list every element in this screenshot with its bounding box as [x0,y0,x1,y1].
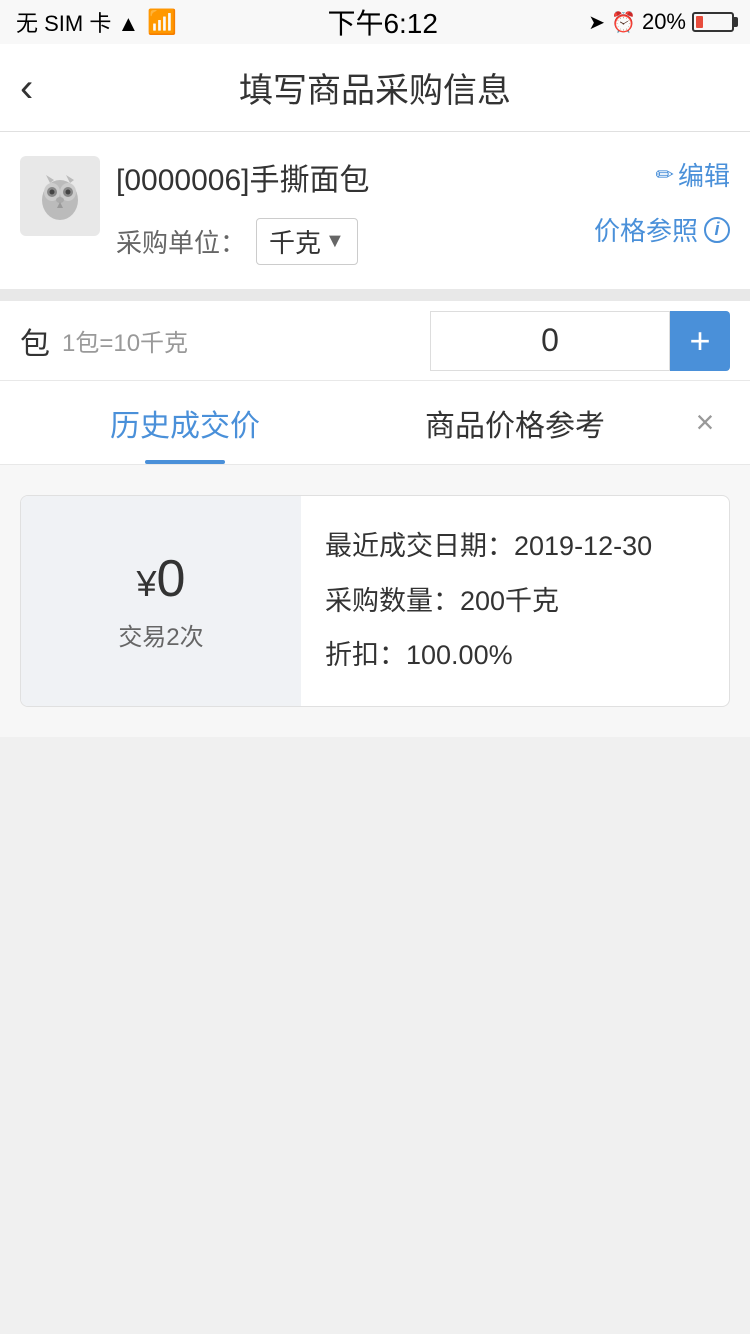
quantity-plus-button[interactable]: + [670,311,730,371]
quantity-right: 0 + [430,311,730,371]
tabs-header: 历史成交价 商品价格参考 × [0,381,750,465]
product-unit-row: 采购单位： 千克 ▼ [116,218,369,265]
status-right: ➤ ⏰ 20% [588,9,734,35]
unit-dropdown[interactable]: 千克 ▼ [256,218,358,265]
alarm-icon: ⏰ [611,10,636,35]
history-card-right: 最近成交日期：2019-12-30 采购数量：200千克 折扣：100.00% [301,496,729,706]
status-time: 下午6:12 [327,2,438,42]
tab-product-price-ref[interactable]: 商品价格参考 [350,381,680,464]
product-left: [0000006]手撕面包 采购单位： 千克 ▼ [20,156,369,265]
status-bar: 无 SIM 卡 ▲ 📶 下午6:12 ➤ ⏰ 20% [0,0,750,44]
transaction-count: 交易2次 [118,617,203,652]
info-icon: i [704,217,730,243]
page-title: 填写商品采购信息 [239,63,511,112]
quantity-unit-label: 包 [20,319,50,363]
detail-row-date: 最近成交日期：2019-12-30 [325,526,705,567]
quantity-left: 包 1包=10千克 [20,319,188,363]
discount-value: 100.00% [406,640,513,670]
back-button[interactable]: ‹ [20,68,43,108]
product-top-row: [0000006]手撕面包 采购单位： 千克 ▼ ✏ 编辑 价格参照 i [20,156,730,265]
purchase-quantity-value: 200千克 [460,586,559,616]
history-price: ¥0 [137,549,186,609]
currency-symbol: ¥ [137,563,157,604]
product-thumbnail-icon [30,166,90,226]
tabs-panel: 历史成交价 商品价格参考 × ¥0 交易2次 最近成交日期：2019-12-30… [0,381,750,737]
history-card-left: ¥0 交易2次 [21,496,301,706]
price-ref-button[interactable]: 价格参照 i [594,211,730,248]
discount-label: 折扣： [325,640,406,670]
location-icon: ➤ [588,10,605,35]
tab1-label: 历史成交价 [110,401,260,445]
unit-value: 千克 [269,223,321,260]
unit-dropdown-arrow: ▼ [325,230,345,253]
section-divider [0,289,750,301]
battery-indicator [692,12,734,32]
unit-label: 采购单位： [116,223,246,260]
tab-active-underline [145,460,225,464]
date-value: 2019-12-30 [514,531,652,561]
tab-history-price[interactable]: 历史成交价 [20,381,350,464]
nav-bar: ‹ 填写商品采购信息 [0,44,750,132]
quantity-sub-label: 1包=10千克 [62,323,188,358]
sim-label: 无 SIM 卡 ▲ [16,6,139,38]
quantity-input[interactable]: 0 [430,311,670,371]
price-ref-label: 价格参照 [594,211,698,248]
product-image [20,156,100,236]
edit-label: 编辑 [678,156,730,193]
status-left: 无 SIM 卡 ▲ 📶 [16,6,177,38]
date-label: 最近成交日期： [325,531,514,561]
wifi-icon: 📶 [147,8,177,37]
quantity-value: 0 [541,322,559,359]
history-card: ¥0 交易2次 最近成交日期：2019-12-30 采购数量：200千克 折扣：… [20,495,730,707]
product-card: [0000006]手撕面包 采购单位： 千克 ▼ ✏ 编辑 价格参照 i [0,132,750,289]
tab2-label: 商品价格参考 [425,401,605,445]
battery-percent: 20% [642,9,686,35]
detail-row-quantity: 采购数量：200千克 [325,581,705,622]
quantity-row: 包 1包=10千克 0 + [0,301,750,381]
purchase-quantity-label: 采购数量： [325,586,460,616]
tabs-content: ¥0 交易2次 最近成交日期：2019-12-30 采购数量：200千克 折扣：… [0,465,750,737]
detail-row-discount: 折扣：100.00% [325,635,705,676]
product-right: ✏ 编辑 价格参照 i [594,156,730,248]
edit-button[interactable]: ✏ 编辑 [656,156,730,193]
price-value: 0 [157,550,186,608]
product-name: [0000006]手撕面包 [116,160,369,202]
tab-close-button[interactable]: × [680,398,730,448]
product-info: [0000006]手撕面包 采购单位： 千克 ▼ [116,156,369,265]
